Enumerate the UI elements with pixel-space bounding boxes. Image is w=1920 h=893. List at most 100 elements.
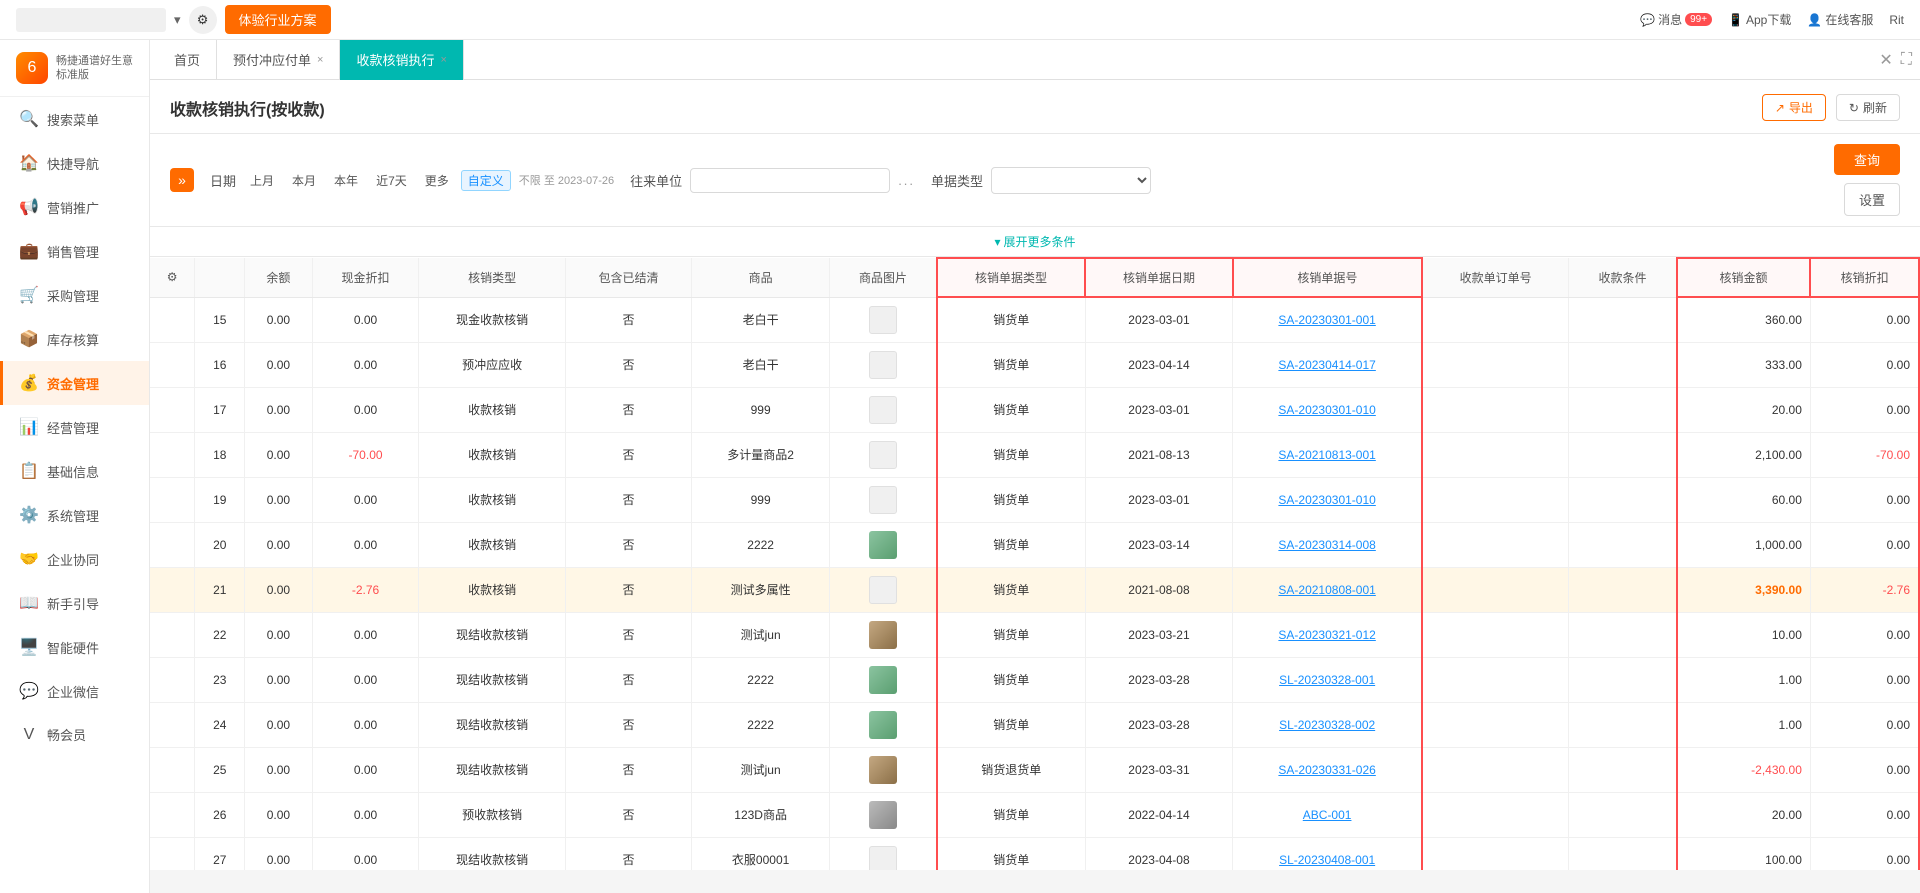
cell-cancel-discount: 0.00 <box>1810 387 1919 432</box>
tab-receipt-cancel[interactable]: 收款核销执行 × <box>340 40 463 80</box>
voucher-no-link[interactable]: SA-20230314-008 <box>1278 538 1375 552</box>
sidebar-item-member-label: 畅会员 <box>47 725 86 744</box>
cell-cancel-voucher-type: 销货单 <box>937 477 1085 522</box>
sidebar-item-sales[interactable]: 💼 销售管理 <box>0 229 149 273</box>
sidebar-item-quick-nav[interactable]: 🏠 快捷导航 <box>0 141 149 185</box>
filter-last-month[interactable]: 上月 <box>244 170 280 191</box>
sidebar-item-guide[interactable]: 📖 新手引导 <box>0 581 149 625</box>
cell-goods-img <box>829 342 937 387</box>
user-name[interactable]: Rit <box>1889 13 1904 27</box>
voucher-no-link[interactable]: ABC-001 <box>1303 808 1352 822</box>
cell-cancel-voucher-no[interactable]: SA-20230301-010 <box>1233 387 1422 432</box>
voucher-no-link[interactable]: SL-20230408-001 <box>1279 853 1375 867</box>
cell-cancel-voucher-no[interactable]: SA-20230331-026 <box>1233 747 1422 792</box>
sidebar-item-search[interactable]: 🔍 搜索菜单 <box>0 97 149 141</box>
cell-cancel-voucher-no[interactable]: SA-20230414-017 <box>1233 342 1422 387</box>
expand-more-btn[interactable]: ▾ 展开更多条件 <box>994 233 1075 250</box>
filter-this-year[interactable]: 本年 <box>328 170 364 191</box>
refresh-btn[interactable]: ↻ 刷新 <box>1836 94 1900 121</box>
cell-cancel-voucher-type: 销货单 <box>937 612 1085 657</box>
cell-settled: 否 <box>565 522 692 567</box>
cell-cancel-voucher-no[interactable]: SA-20230301-001 <box>1233 297 1422 342</box>
app-download-label: App下载 <box>1746 11 1791 28</box>
sidebar-item-operations[interactable]: 📊 经营管理 <box>0 405 149 449</box>
setting-btn[interactable]: 设置 <box>1844 183 1900 216</box>
sidebar-item-member[interactable]: V 畅会员 <box>0 713 149 756</box>
cell-balance: 0.00 <box>245 567 312 612</box>
voucher-no-link[interactable]: SA-20230331-026 <box>1278 763 1375 777</box>
voucher-no-link[interactable]: SA-20230414-017 <box>1278 358 1375 372</box>
cell-cancel-voucher-no[interactable]: ABC-001 <box>1233 792 1422 837</box>
th-cancel-voucher-no: 核销单据号 <box>1233 258 1422 297</box>
cell-cancel-voucher-no[interactable]: SA-20230321-012 <box>1233 612 1422 657</box>
query-btn[interactable]: 查询 <box>1834 144 1900 175</box>
cell-goods-img <box>829 837 937 870</box>
cell-seq: 18 <box>195 432 245 477</box>
tab-prepay-close[interactable]: × <box>317 54 323 66</box>
cell-goods-img <box>829 702 937 747</box>
tab-close-all-icon[interactable]: ✕ <box>1879 50 1892 70</box>
voucher-no-link[interactable]: SA-20210813-001 <box>1278 448 1375 462</box>
sidebar-item-purchase[interactable]: 🛒 采购管理 <box>0 273 149 317</box>
tab-receipt-cancel-close[interactable]: × <box>440 54 446 66</box>
filter-more[interactable]: 更多 <box>419 170 455 191</box>
filter-this-month[interactable]: 本月 <box>286 170 322 191</box>
th-cancel-type: 核销类型 <box>419 258 565 297</box>
app-download-btn[interactable]: 📱 App下载 <box>1728 11 1791 28</box>
purchase-icon: 🛒 <box>19 285 39 305</box>
voucher-no-link[interactable]: SA-20230301-001 <box>1278 313 1375 327</box>
th-gear[interactable]: ⚙ <box>150 258 195 297</box>
tab-maximize-icon[interactable]: ⛶ <box>1901 51 1912 69</box>
trial-industry-btn[interactable]: 体验行业方案 <box>225 5 331 34</box>
sidebar-item-collab[interactable]: 🤝 企业协同 <box>0 537 149 581</box>
tab-home[interactable]: 首页 <box>158 40 217 80</box>
gear-icon[interactable]: ⚙ <box>189 6 217 34</box>
cell-cancel-voucher-type: 销货单 <box>937 702 1085 747</box>
goods-image <box>869 711 897 739</box>
sidebar-item-marketing[interactable]: 📢 营销推广 <box>0 185 149 229</box>
cell-seq: 22 <box>195 612 245 657</box>
cell-cancel-voucher-no[interactable]: SL-20230328-002 <box>1233 702 1422 747</box>
messages-btn[interactable]: 💬 消息 99+ <box>1640 11 1712 28</box>
filter-last-7-days[interactable]: 近7天 <box>370 170 413 191</box>
sidebar-item-system[interactable]: ⚙️ 系统管理 <box>0 493 149 537</box>
cell-cancel-voucher-no[interactable]: SA-20230314-008 <box>1233 522 1422 567</box>
top-bar-dropdown[interactable]: ▾ <box>174 12 181 28</box>
sidebar-item-finance[interactable]: 💰 资金管理 <box>0 361 149 405</box>
sidebar-item-inventory[interactable]: 📦 库存核算 <box>0 317 149 361</box>
filter-counterpart-input[interactable] <box>690 168 890 193</box>
cell-cancel-voucher-no[interactable]: SA-20210813-001 <box>1233 432 1422 477</box>
data-table: ⚙ 余额 现金折扣 核销类型 包含已结清 商品 商品图片 核销单据类型 核销单据… <box>150 257 1920 870</box>
cell-receipt-order-no <box>1422 342 1569 387</box>
sidebar-item-base-info[interactable]: 📋 基础信息 <box>0 449 149 493</box>
cell-cancel-amount: 20.00 <box>1677 792 1811 837</box>
export-btn[interactable]: ↗ 导出 <box>1762 94 1826 121</box>
export-btn-label: 导出 <box>1789 99 1813 116</box>
export-icon: ↗ <box>1775 101 1785 115</box>
tab-prepay[interactable]: 预付冲应付单 × <box>217 40 340 80</box>
filter-voucher-type-select[interactable] <box>991 167 1151 194</box>
cell-cancel-voucher-date: 2021-08-13 <box>1085 432 1233 477</box>
cell-cancel-discount: -2.76 <box>1810 567 1919 612</box>
online-service-btn[interactable]: 👤 在线客服 <box>1807 11 1873 28</box>
voucher-no-link[interactable]: SA-20230301-010 <box>1278 493 1375 507</box>
table-row: 17 0.00 0.00 收款核销 否 999 销货单 2023-03-01 S… <box>150 387 1919 432</box>
cell-receipt-condition <box>1569 567 1677 612</box>
voucher-no-link[interactable]: SA-20230301-010 <box>1278 403 1375 417</box>
sidebar-item-base-info-label: 基础信息 <box>47 462 99 481</box>
cell-cancel-voucher-type: 销货单 <box>937 432 1085 477</box>
voucher-no-link[interactable]: SL-20230328-001 <box>1279 673 1375 687</box>
sidebar-item-wechat[interactable]: 💬 企业微信 <box>0 669 149 713</box>
sidebar-item-smart-hw[interactable]: 🖥️ 智能硬件 <box>0 625 149 669</box>
goods-image <box>869 441 897 469</box>
voucher-no-link[interactable]: SA-20210808-001 <box>1278 583 1375 597</box>
filter-custom[interactable]: 自定义 <box>461 170 511 191</box>
cell-cancel-voucher-no[interactable]: SL-20230328-001 <box>1233 657 1422 702</box>
filter-expand-btn[interactable]: » <box>170 168 194 192</box>
cell-cancel-type: 现结收款核销 <box>419 837 565 870</box>
cell-cancel-voucher-no[interactable]: SA-20230301-010 <box>1233 477 1422 522</box>
cell-cancel-voucher-no[interactable]: SA-20210808-001 <box>1233 567 1422 612</box>
cell-cancel-voucher-no[interactable]: SL-20230408-001 <box>1233 837 1422 870</box>
voucher-no-link[interactable]: SA-20230321-012 <box>1278 628 1375 642</box>
voucher-no-link[interactable]: SL-20230328-002 <box>1279 718 1375 732</box>
